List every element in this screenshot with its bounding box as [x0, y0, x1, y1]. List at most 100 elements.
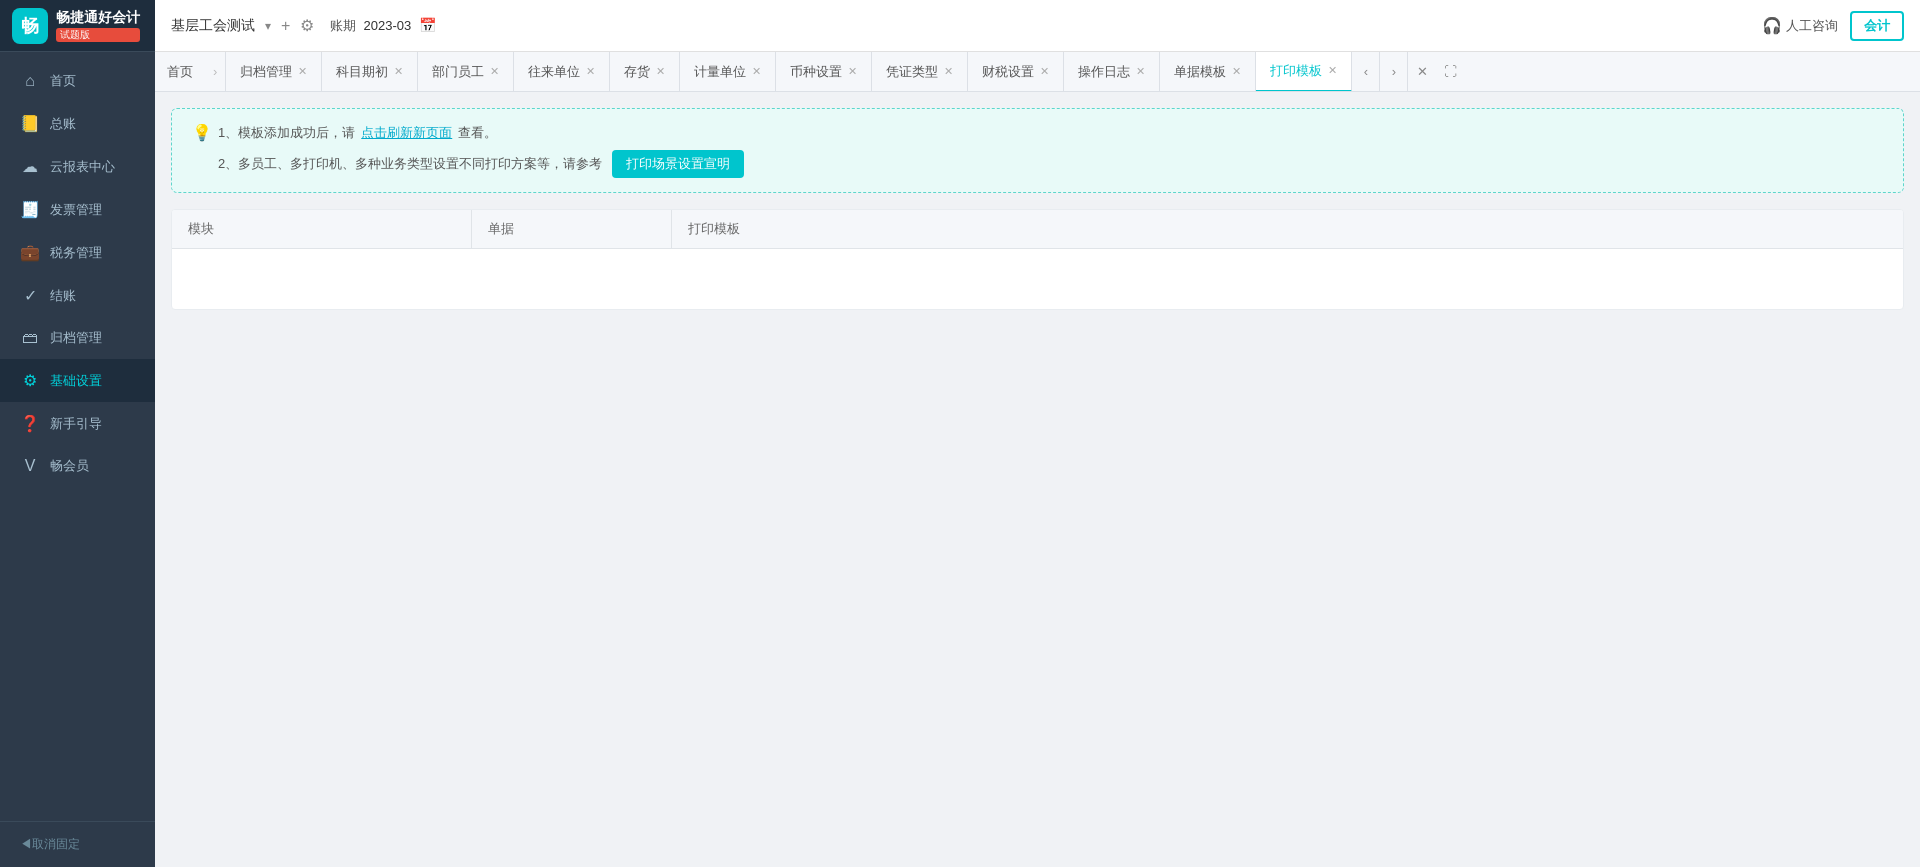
print-template-table: 模块 单据 打印模板 [171, 209, 1904, 310]
nav-label-tax: 税务管理 [50, 244, 102, 262]
sidebar-item-guide[interactable]: ❓ 新手引导 [0, 402, 155, 445]
company-dropdown-icon[interactable]: ▾ [265, 19, 271, 33]
sidebar: 畅 畅捷通好会计 试题版 ⌂ 首页 📒 总账 ☁ 云报表中心 🧾发票管理 💼 税务管理 ✓ 结账 🗃归… [0, 0, 155, 867]
tab-close-subject-init[interactable]: ✕ [394, 65, 403, 78]
nav-label-guide: 新手引导 [50, 415, 102, 433]
tab-label-inventory: 存货 [624, 63, 650, 81]
tab-close-voucher-type[interactable]: ✕ [944, 65, 953, 78]
tab-dept-staff[interactable]: 部门员工 ✕ [418, 52, 514, 92]
sidebar-item-checkout[interactable]: ✓ 结账 [0, 274, 155, 317]
tab-home[interactable]: 首页 [155, 63, 205, 81]
tab-label-currency: 币种设置 [790, 63, 842, 81]
tab-close-print-template[interactable]: ✕ [1328, 64, 1337, 77]
tab-label-supplier: 往来单位 [528, 63, 580, 81]
tabbar: 首页 › 归档管理✕科目期初✕部门员工✕往来单位✕存货✕计量单位✕币种设置✕凭证… [155, 52, 1920, 92]
sidebar-item-member[interactable]: V畅会员 [0, 445, 155, 487]
table-body [172, 249, 1903, 309]
tab-close-supplier[interactable]: ✕ [586, 65, 595, 78]
tab-expand-btn[interactable]: ⛶ [1436, 52, 1464, 92]
tab-operation-log[interactable]: 操作日志 ✕ [1064, 52, 1160, 92]
info-box: 💡 1、模板添加成功后，请 点击刷新新页面 查看。 2、多员工、多打印机、多种业… [171, 108, 1904, 193]
tab-close-currency[interactable]: ✕ [848, 65, 857, 78]
add-tab-icon[interactable]: + [281, 17, 290, 35]
sidebar-item-basic-settings[interactable]: ⚙ 基础设置 [0, 359, 155, 402]
tab-prev-btn[interactable]: ‹ [1352, 52, 1380, 92]
col-template: 打印模板 [672, 210, 1903, 248]
nav-icon-basic-settings: ⚙ [20, 371, 40, 390]
tab-subject-init[interactable]: 科目期初 ✕ [322, 52, 418, 92]
tab-single-template[interactable]: 单据模板 ✕ [1160, 52, 1256, 92]
sidebar-item-tax[interactable]: 💼 税务管理 [0, 231, 155, 274]
tab-close-archive-mgmt[interactable]: ✕ [298, 65, 307, 78]
tab-close-operation-log[interactable]: ✕ [1136, 65, 1145, 78]
period-label: 账期 2023-03 📅 [330, 17, 435, 35]
sidebar-item-home[interactable]: ⌂ 首页 [0, 60, 155, 102]
headset-icon: 🎧 [1762, 16, 1782, 35]
tab-voucher-type[interactable]: 凭证类型 ✕ [872, 52, 968, 92]
logo-area: 畅 畅捷通好会计 试题版 [0, 0, 155, 52]
period-value: 2023-03 [364, 18, 412, 33]
tab-label-archive-mgmt: 归档管理 [240, 63, 292, 81]
info-line1-suffix: 查看。 [458, 124, 497, 142]
sidebar-item-invoice[interactable]: 🧾发票管理 [0, 188, 155, 231]
tab-close-tax-settings[interactable]: ✕ [1040, 65, 1049, 78]
nav-icon-archive: 🗃 [20, 329, 40, 347]
tab-close-single-template[interactable]: ✕ [1232, 65, 1241, 78]
tab-label-unit: 计量单位 [694, 63, 746, 81]
accountant-btn[interactable]: 会计 [1850, 11, 1904, 41]
nav-label-basic-settings: 基础设置 [50, 372, 102, 390]
tab-supplier[interactable]: 往来单位 ✕ [514, 52, 610, 92]
refresh-link[interactable]: 点击刷新新页面 [361, 124, 452, 142]
tab-label-dept-staff: 部门员工 [432, 63, 484, 81]
nav-label-checkout: 结账 [50, 287, 76, 305]
info-line2-prefix: 2、多员工、多打印机、多种业务类型设置不同打印方案等，请参考 [218, 155, 602, 173]
tab-label-print-template: 打印模板 [1270, 62, 1322, 80]
tab-label-single-template: 单据模板 [1174, 63, 1226, 81]
info-content: 💡 1、模板添加成功后，请 点击刷新新页面 查看。 2、多员工、多打印机、多种业… [192, 123, 1883, 178]
tab-label-subject-init: 科目期初 [336, 63, 388, 81]
logo-sub: 试题版 [56, 28, 140, 42]
tab-separator: › [205, 52, 226, 92]
info-row-1: 💡 1、模板添加成功后，请 点击刷新新页面 查看。 [192, 123, 1883, 142]
sidebar-item-cloud-report[interactable]: ☁ 云报表中心 [0, 145, 155, 188]
tab-currency[interactable]: 币种设置 ✕ [776, 52, 872, 92]
tab-inventory[interactable]: 存货 ✕ [610, 52, 680, 92]
nav-icon-checkout: ✓ [20, 286, 40, 305]
nav-icon-home: ⌂ [20, 72, 40, 90]
cancel-fixed-btn[interactable]: ◀︎取消固定 [0, 821, 155, 867]
tab-label-operation-log: 操作日志 [1078, 63, 1130, 81]
print-scene-btn[interactable]: 打印场景设置宣明 [612, 150, 744, 178]
info-line1-prefix: 1、模板添加成功后，请 [218, 124, 355, 142]
topbar: 基层工会测试 ▾ + ⚙ 账期 2023-03 📅 🎧 人工咨询 会计 [155, 0, 1920, 52]
calendar-icon[interactable]: 📅 [419, 17, 436, 33]
sidebar-item-archive[interactable]: 🗃归档管理 [0, 317, 155, 359]
nav-icon-member: V [20, 457, 40, 475]
nav-label-cloud-report: 云报表中心 [50, 158, 115, 176]
info-row-2: 2、多员工、多打印机、多种业务类型设置不同打印方案等，请参考 打印场景设置宣明 [192, 150, 1883, 178]
nav-label-ledger: 总账 [50, 115, 76, 133]
nav-label-home: 首页 [50, 72, 76, 90]
logo-text: 畅捷通好会计 试题版 [56, 9, 140, 42]
nav-icon-guide: ❓ [20, 414, 40, 433]
topbar-settings-icon[interactable]: ⚙ [300, 16, 314, 35]
nav-icon-cloud-report: ☁ [20, 157, 40, 176]
nav-icon-invoice: 🧾 [20, 200, 40, 219]
tab-close-all-btn[interactable]: ✕ [1408, 52, 1436, 92]
nav-icon-ledger: 📒 [20, 114, 40, 133]
tab-unit[interactable]: 计量单位 ✕ [680, 52, 776, 92]
tab-label-voucher-type: 凭证类型 [886, 63, 938, 81]
sidebar-item-ledger[interactable]: 📒 总账 [0, 102, 155, 145]
tab-close-dept-staff[interactable]: ✕ [490, 65, 499, 78]
company-name: 基层工会测试 [171, 17, 255, 35]
tab-next-btn[interactable]: › [1380, 52, 1408, 92]
logo-icon: 畅 [12, 8, 48, 44]
service-btn[interactable]: 🎧 人工咨询 [1762, 16, 1838, 35]
tab-tax-settings[interactable]: 财税设置✕ [968, 52, 1064, 92]
tab-close-unit[interactable]: ✕ [752, 65, 761, 78]
topbar-right: 🎧 人工咨询 会计 [1762, 11, 1904, 41]
tab-archive-mgmt[interactable]: 归档管理 ✕ [226, 52, 322, 92]
tab-close-inventory[interactable]: ✕ [656, 65, 665, 78]
nav-icon-tax: 💼 [20, 243, 40, 262]
tab-print-template[interactable]: 打印模板 ✕ [1256, 52, 1352, 92]
col-voucher: 单据 [472, 210, 672, 248]
